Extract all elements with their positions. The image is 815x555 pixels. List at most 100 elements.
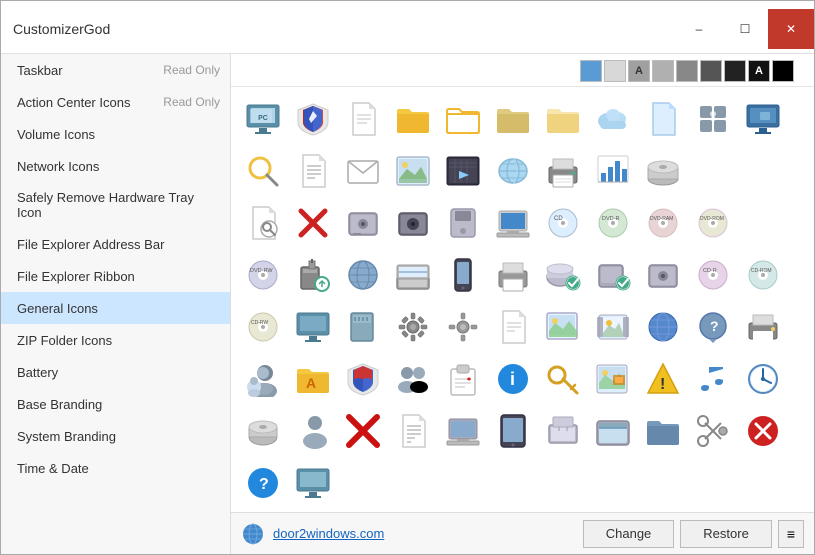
- swatch-black[interactable]: [772, 60, 794, 82]
- icon-cell[interactable]: [489, 303, 537, 351]
- close-button[interactable]: ✕: [768, 9, 814, 49]
- icon-cell[interactable]: [489, 95, 537, 143]
- icon-cell[interactable]: [489, 199, 537, 247]
- icon-cell[interactable]: CD-R: [689, 251, 737, 299]
- swatch-mid2[interactable]: [676, 60, 698, 82]
- sidebar-item-file-explorer-ribbon[interactable]: File Explorer Ribbon: [1, 260, 230, 292]
- icon-cell[interactable]: [339, 95, 387, 143]
- icon-cell[interactable]: [389, 303, 437, 351]
- icon-cell[interactable]: [589, 355, 637, 403]
- icon-cell[interactable]: [589, 95, 637, 143]
- icon-cell[interactable]: [439, 251, 487, 299]
- icon-cell[interactable]: [389, 251, 437, 299]
- icon-cell[interactable]: [289, 459, 337, 507]
- swatch-a-gray[interactable]: A: [628, 60, 650, 82]
- icon-cell[interactable]: [289, 199, 337, 247]
- icon-cell[interactable]: [589, 251, 637, 299]
- icon-cell[interactable]: [289, 147, 337, 195]
- icon-cell[interactable]: [339, 147, 387, 195]
- icon-cell[interactable]: [739, 303, 787, 351]
- swatch-blue[interactable]: [580, 60, 602, 82]
- icon-cell[interactable]: [439, 199, 487, 247]
- icon-cell[interactable]: DVD-R: [589, 199, 637, 247]
- icon-cell[interactable]: DVD-ROM: [689, 199, 737, 247]
- icon-cell[interactable]: [489, 407, 537, 455]
- icon-cell[interactable]: [639, 147, 687, 195]
- icon-cell[interactable]: ?: [239, 459, 287, 507]
- swatch-light[interactable]: [604, 60, 626, 82]
- icon-cell[interactable]: [539, 95, 587, 143]
- sidebar-item-time-date[interactable]: Time & Date: [1, 452, 230, 484]
- icon-cell[interactable]: [389, 199, 437, 247]
- icon-cell[interactable]: [439, 147, 487, 195]
- icon-cell[interactable]: [739, 407, 787, 455]
- icon-cell[interactable]: [389, 147, 437, 195]
- sidebar-item-volume-icons[interactable]: Volume Icons: [1, 118, 230, 150]
- icon-cell[interactable]: [639, 251, 687, 299]
- icon-cell[interactable]: [739, 95, 787, 143]
- icon-cell[interactable]: [689, 407, 737, 455]
- icon-cell[interactable]: [539, 355, 587, 403]
- icon-cell[interactable]: [339, 303, 387, 351]
- swatch-a-dark[interactable]: A: [748, 60, 770, 82]
- restore-button[interactable]: Restore: [680, 520, 772, 548]
- sidebar-item-zip-folder-icons[interactable]: ZIP Folder Icons: [1, 324, 230, 356]
- icon-cell[interactable]: ?: [689, 303, 737, 351]
- icon-cell[interactable]: [289, 95, 337, 143]
- swatch-dark2[interactable]: [724, 60, 746, 82]
- icon-cell[interactable]: [439, 407, 487, 455]
- icon-cell[interactable]: [589, 303, 637, 351]
- icon-cell[interactable]: [339, 199, 387, 247]
- swatch-dark1[interactable]: [700, 60, 722, 82]
- icon-cell[interactable]: [589, 147, 637, 195]
- icon-cell[interactable]: DVD-RW: [239, 251, 287, 299]
- icon-cell[interactable]: PC: [239, 95, 287, 143]
- sidebar-item-action-center-icons[interactable]: Action Center Icons Read Only: [1, 86, 230, 118]
- icon-cell[interactable]: [539, 251, 587, 299]
- icon-cell[interactable]: [339, 407, 387, 455]
- icon-cell[interactable]: [639, 303, 687, 351]
- icon-cell[interactable]: [489, 147, 537, 195]
- icon-cell[interactable]: [339, 251, 387, 299]
- icon-cell[interactable]: [539, 303, 587, 351]
- icon-cell[interactable]: [389, 407, 437, 455]
- icon-cell[interactable]: [239, 147, 287, 195]
- icon-cell[interactable]: [289, 303, 337, 351]
- icon-cell[interactable]: [389, 355, 437, 403]
- icon-cell[interactable]: [639, 407, 687, 455]
- menu-button[interactable]: ≡: [778, 520, 804, 548]
- sidebar-item-taskbar[interactable]: Taskbar Read Only: [1, 54, 230, 86]
- icon-cell[interactable]: A: [289, 355, 337, 403]
- icon-cell[interactable]: [539, 407, 587, 455]
- sidebar-item-base-branding[interactable]: Base Branding: [1, 388, 230, 420]
- icon-cell[interactable]: [439, 303, 487, 351]
- swatch-mid1[interactable]: [652, 60, 674, 82]
- icon-cell[interactable]: [689, 355, 737, 403]
- site-link[interactable]: door2windows.com: [273, 526, 384, 541]
- icon-cell[interactable]: [539, 147, 587, 195]
- sidebar-item-file-explorer-address[interactable]: File Explorer Address Bar: [1, 228, 230, 260]
- change-button[interactable]: Change: [583, 520, 675, 548]
- icon-cell[interactable]: [339, 355, 387, 403]
- icon-cell[interactable]: !: [639, 355, 687, 403]
- icon-cell[interactable]: [689, 95, 737, 143]
- icon-cell[interactable]: [439, 355, 487, 403]
- icon-cell[interactable]: [239, 199, 287, 247]
- sidebar-item-network-icons[interactable]: Network Icons: [1, 150, 230, 182]
- icon-cell[interactable]: [589, 407, 637, 455]
- icon-cell[interactable]: [739, 355, 787, 403]
- icon-cell[interactable]: [639, 95, 687, 143]
- icon-cell[interactable]: [239, 407, 287, 455]
- sidebar-item-system-branding[interactable]: System Branding: [1, 420, 230, 452]
- icon-cell[interactable]: CD-ROM: [739, 251, 787, 299]
- sidebar-item-general-icons[interactable]: General Icons: [1, 292, 230, 324]
- icon-cell[interactable]: i: [489, 355, 537, 403]
- minimize-button[interactable]: –: [676, 9, 722, 49]
- icon-cell[interactable]: DVD-RAM: [639, 199, 687, 247]
- icon-cell[interactable]: [289, 251, 337, 299]
- icon-cell[interactable]: [389, 95, 437, 143]
- icon-cell[interactable]: [489, 251, 537, 299]
- maximize-button[interactable]: ☐: [722, 9, 768, 49]
- sidebar-item-battery[interactable]: Battery: [1, 356, 230, 388]
- icon-cell[interactable]: CD-RW: [239, 303, 287, 351]
